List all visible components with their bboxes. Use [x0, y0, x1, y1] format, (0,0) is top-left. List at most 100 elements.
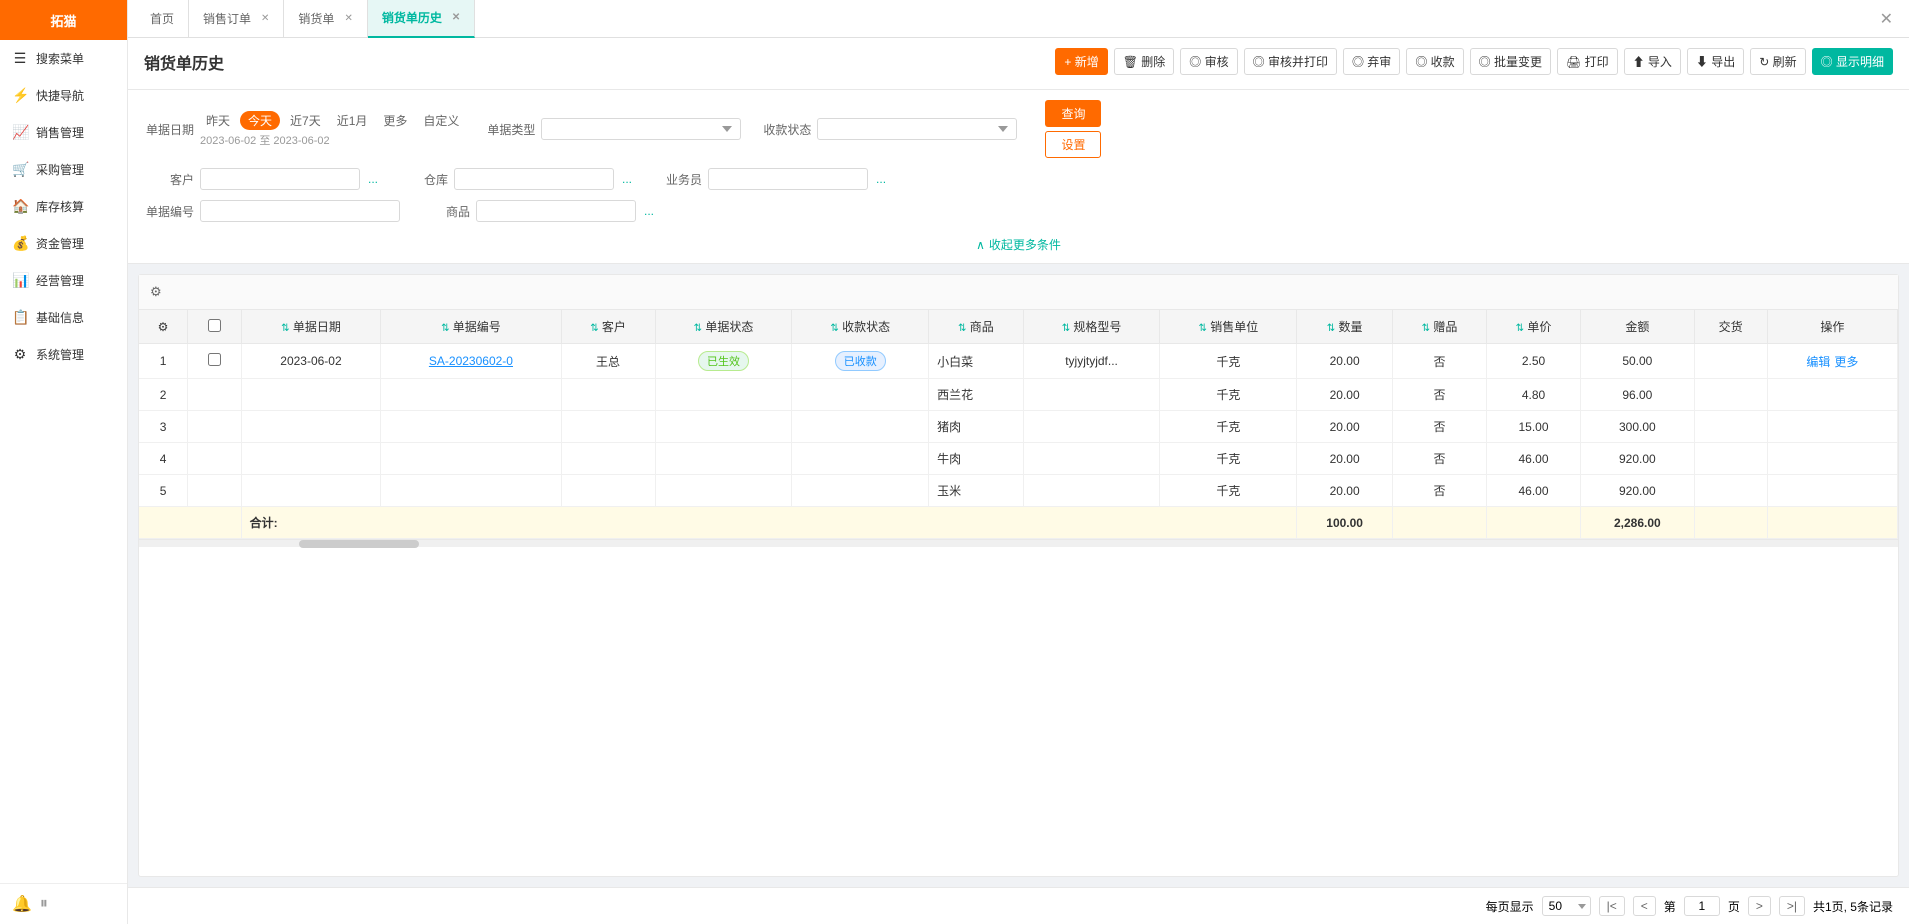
sidebar-item-quick-nav[interactable]: ⚡ 快捷导航: [0, 77, 127, 114]
cell-spec-type: [1023, 411, 1160, 443]
new-button[interactable]: + 新增: [1055, 48, 1107, 75]
date-shortcut-7days[interactable]: 近7天: [284, 111, 327, 130]
collect-button[interactable]: ◎ 收款: [1406, 48, 1463, 75]
cell-checkbox[interactable]: [188, 475, 241, 507]
goods-filter: 商品 ...: [420, 200, 654, 222]
table-settings-icon[interactable]: ⚙: [147, 281, 165, 303]
date-shortcut-custom[interactable]: 自定义: [417, 111, 465, 130]
print-button[interactable]: 🖨 打印: [1557, 48, 1618, 75]
sidebar-item-basic-info[interactable]: 📋 基础信息: [0, 299, 127, 336]
sidebar-item-operations[interactable]: 📊 经营管理: [0, 262, 127, 299]
cell-checkbox[interactable]: [188, 443, 241, 475]
scrollbar-thumb[interactable]: [299, 540, 419, 548]
tab-home[interactable]: 首页: [136, 0, 189, 38]
sidebar-item-purchase-mgmt[interactable]: 🛒 采购管理: [0, 151, 127, 188]
date-filter: 单据日期 昨天 今天 近7天 近1月 更多 自定义 2023-06-02 至 2…: [144, 111, 465, 148]
sidebar-item-system-mgmt[interactable]: ⚙ 系统管理: [0, 336, 127, 373]
salesperson-input[interactable]: [708, 168, 868, 190]
th-doc-status[interactable]: ⇅ 单据状态: [655, 310, 792, 344]
query-button[interactable]: 查询: [1045, 100, 1101, 127]
per-page-select[interactable]: 10 20 50 100: [1542, 896, 1591, 916]
abandon-button[interactable]: ◎ 弃审: [1343, 48, 1400, 75]
tab-sales-history[interactable]: 销货单历史 ✕: [368, 0, 475, 38]
doc-type-select[interactable]: [541, 118, 741, 140]
doc-no-input[interactable]: [200, 200, 400, 222]
cell-row-no: 3: [139, 411, 188, 443]
tabs-close-all-button[interactable]: ✕: [1872, 9, 1901, 29]
tab-sales-order-label: 销售订单: [203, 10, 251, 27]
cell-checkbox[interactable]: [188, 379, 241, 411]
cell-collect-status: [792, 443, 929, 475]
export-button[interactable]: ⬇ 导出: [1687, 48, 1744, 75]
collect-status-badge: 已收款: [835, 351, 886, 371]
row-checkbox[interactable]: [208, 353, 221, 366]
cell-doc-no[interactable]: SA-20230602-0: [381, 344, 561, 379]
goods-ellipsis[interactable]: ...: [644, 204, 654, 218]
tab-sales-invoice-close[interactable]: ✕: [344, 13, 352, 24]
warehouse-ellipsis[interactable]: ...: [622, 172, 632, 186]
collect-status-select[interactable]: [817, 118, 1017, 140]
th-collect-status[interactable]: ⇅ 收款状态: [792, 310, 929, 344]
cell-quantity: 20.00: [1297, 443, 1393, 475]
pause-icon[interactable]: ⏸: [40, 895, 48, 913]
sidebar-logo: 拓猫: [0, 0, 127, 40]
cell-sales-unit: 千克: [1160, 443, 1297, 475]
date-shortcut-yesterday[interactable]: 昨天: [200, 111, 236, 130]
batch-change-button[interactable]: ◎ 批量变更: [1470, 48, 1551, 75]
collapse-button[interactable]: ∧ 收起更多条件: [144, 232, 1893, 253]
th-doc-date[interactable]: ⇅ 单据日期: [241, 310, 381, 344]
th-sales-unit[interactable]: ⇅ 销售单位: [1160, 310, 1297, 344]
page-title: 销货单历史: [144, 50, 224, 74]
page-input[interactable]: [1684, 896, 1720, 916]
cell-checkbox[interactable]: [188, 411, 241, 443]
sidebar-item-finance[interactable]: 💰 资金管理: [0, 225, 127, 262]
th-settings[interactable]: ⚙: [139, 310, 188, 344]
th-doc-no[interactable]: ⇅ 单据编号: [381, 310, 561, 344]
horizontal-scrollbar[interactable]: [139, 539, 1898, 547]
th-unit-price[interactable]: ⇅ 单价: [1487, 310, 1581, 344]
th-quantity[interactable]: ⇅ 数量: [1297, 310, 1393, 344]
sidebar-item-sales-mgmt[interactable]: 📈 销售管理: [0, 114, 127, 151]
th-spec-type[interactable]: ⇅ 规格型号: [1023, 310, 1160, 344]
sidebar-item-search-menu[interactable]: ☰ 搜索菜单: [0, 40, 127, 77]
basic-info-icon: 📋: [12, 309, 28, 326]
th-checkbox[interactable]: [188, 310, 241, 344]
show-detail-button[interactable]: ◎ 显示明细: [1812, 48, 1893, 75]
sidebar-bottom: 🔔 ⏸: [0, 883, 127, 924]
settings-button[interactable]: 设置: [1045, 131, 1101, 158]
tab-sales-history-close[interactable]: ✕: [452, 12, 460, 23]
refresh-button[interactable]: ↻ 刷新: [1750, 48, 1805, 75]
summary-spacer: 合计:: [241, 507, 1297, 539]
page-first-button[interactable]: |<: [1599, 896, 1625, 916]
cell-checkbox[interactable]: [188, 344, 241, 379]
page-last-button[interactable]: >|: [1779, 896, 1805, 916]
edit-button[interactable]: 编辑: [1804, 353, 1832, 370]
date-shortcut-more[interactable]: 更多: [377, 111, 413, 130]
page-next-button[interactable]: >: [1748, 896, 1771, 916]
sidebar-item-label: 资金管理: [36, 235, 84, 252]
audit-print-button[interactable]: ◎ 审核并打印: [1244, 48, 1337, 75]
salesperson-ellipsis[interactable]: ...: [876, 172, 886, 186]
customer-ellipsis[interactable]: ...: [368, 172, 378, 186]
select-all-checkbox[interactable]: [208, 319, 221, 332]
import-button[interactable]: ⬆ 导入: [1624, 48, 1681, 75]
sidebar-item-inventory[interactable]: 🏠 库存核算: [0, 188, 127, 225]
tab-sales-order[interactable]: 销售订单 ✕: [189, 0, 284, 38]
audit-button[interactable]: ◎ 审核: [1180, 48, 1237, 75]
summary-gift-spacer: [1393, 507, 1487, 539]
th-customer[interactable]: ⇅ 客户: [561, 310, 655, 344]
warehouse-input[interactable]: [454, 168, 614, 190]
notification-icon[interactable]: 🔔: [12, 894, 32, 914]
delete-button[interactable]: 🗑 删除: [1114, 48, 1175, 75]
th-gift[interactable]: ⇅ 赠品: [1393, 310, 1487, 344]
tab-sales-order-close[interactable]: ✕: [261, 13, 269, 24]
page-prev-button[interactable]: <: [1633, 896, 1656, 916]
tab-sales-invoice[interactable]: 销货单 ✕: [284, 0, 367, 38]
date-shortcut-today[interactable]: 今天: [240, 111, 280, 130]
date-shortcut-1month[interactable]: 近1月: [331, 111, 374, 130]
cell-unit-price: 46.00: [1487, 443, 1581, 475]
customer-input[interactable]: [200, 168, 360, 190]
goods-input[interactable]: [476, 200, 636, 222]
th-goods[interactable]: ⇅ 商品: [929, 310, 1024, 344]
more-button[interactable]: 更多: [1832, 353, 1860, 370]
